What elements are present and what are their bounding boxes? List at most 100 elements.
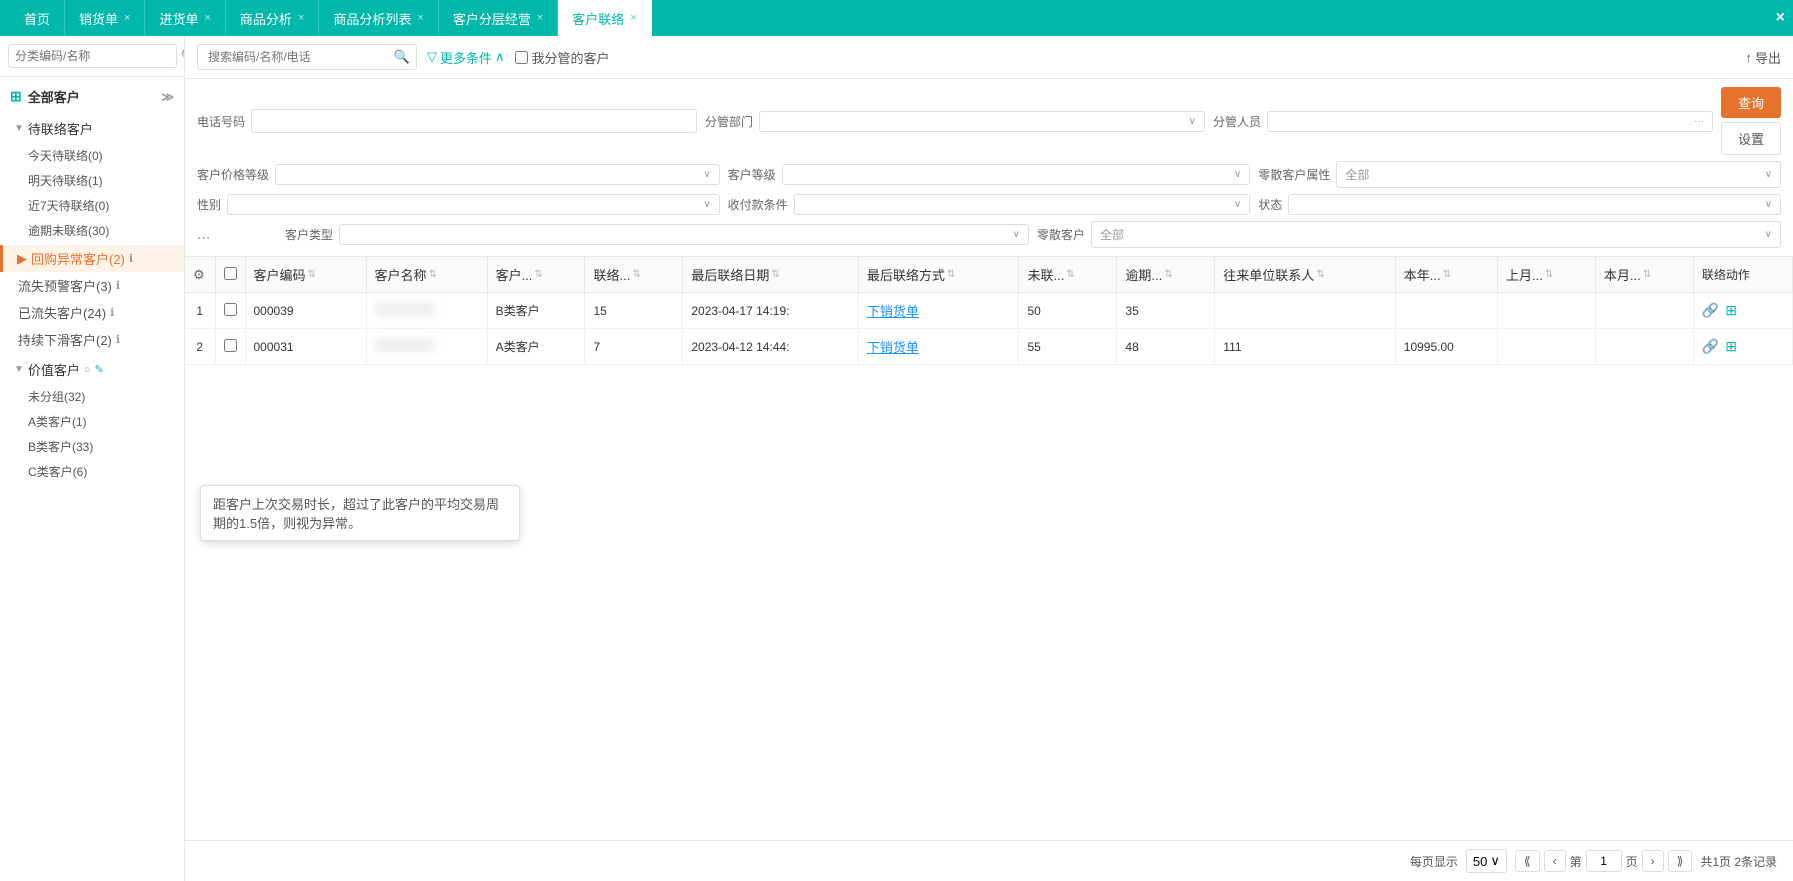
select-all-checkbox[interactable] <box>224 267 237 280</box>
sidebar-item-class-c[interactable]: C类客户(6) <box>0 459 184 484</box>
gender-select[interactable]: ∨ <box>227 194 720 215</box>
anomaly-tooltip: 距客户上次交易时长，超过了此客户的平均交易周期的1.5倍，则视为异常。 <box>200 485 520 541</box>
tab-customer-tier[interactable]: 客户分层经营 × <box>439 0 558 36</box>
row2-code: 000031 <box>245 329 366 365</box>
close-all-tabs[interactable]: × <box>1776 9 1785 27</box>
retail-customer-select[interactable]: 全部 ∨ <box>1091 221 1781 248</box>
close-tab-sales[interactable]: × <box>124 12 130 24</box>
row1-last-method: 下销货单 <box>858 293 1019 329</box>
page-input[interactable] <box>1586 850 1622 872</box>
th-contact-count: 联络...⇅ <box>585 257 683 293</box>
sidebar-search-input[interactable] <box>8 44 177 68</box>
phone-input[interactable] <box>251 109 697 133</box>
close-tab-product-analysis[interactable]: × <box>298 12 304 24</box>
sort-year-icon: ⇅ <box>1443 269 1451 280</box>
info-icon-churn-warning[interactable]: ℹ <box>116 279 120 292</box>
tab-customer-contact[interactable]: 客户联络 × <box>558 0 651 36</box>
tab-purchase[interactable]: 进货单 × <box>145 0 225 36</box>
sidebar-item-7days[interactable]: 近7天待联络(0) <box>0 193 184 218</box>
th-customer-type-col: 客户...⇅ <box>487 257 585 293</box>
row1-link-action-icon[interactable]: 🔗 <box>1702 302 1719 319</box>
info-icon-repurchase[interactable]: ℹ <box>129 252 133 265</box>
row1-select[interactable] <box>224 303 237 316</box>
prev-page-btn[interactable]: ‹ <box>1544 850 1566 872</box>
filter-cell-phone: 电话号码 <box>197 109 697 133</box>
per-page-select[interactable]: 50 ∨ <box>1466 849 1507 873</box>
th-this-year: 本年...⇅ <box>1395 257 1497 293</box>
filter-cell-retail-customer: 零散客户 全部 ∨ <box>1037 221 1781 248</box>
phone-label: 电话号码 <box>197 113 245 130</box>
retail-attr-label: 零散客户属性 <box>1258 166 1330 183</box>
sidebar-item-tomorrow[interactable]: 明天待联络(1) <box>0 168 184 193</box>
main-search-icon[interactable]: 🔍 <box>394 49 410 65</box>
close-tab-customer-tier[interactable]: × <box>537 12 543 24</box>
info-icon-churned[interactable]: ℹ <box>110 306 114 319</box>
dept-chevron-icon: ∨ <box>1189 116 1196 127</box>
close-tab-product-list[interactable]: × <box>417 12 423 24</box>
th-last-month: 上月...⇅ <box>1498 257 1596 293</box>
retail-attr-select[interactable]: 全部 ∨ <box>1336 161 1781 188</box>
dots-icon[interactable]: ... <box>197 226 210 244</box>
value-group-info[interactable]: ○ <box>84 364 91 376</box>
per-page-label: 每页显示 <box>1410 853 1458 870</box>
sidebar-item-unclassified[interactable]: 未分组(32) <box>0 384 184 409</box>
query-button[interactable]: 查询 <box>1721 87 1781 118</box>
settings-button[interactable]: 设置 <box>1721 122 1781 155</box>
row1-this-year <box>1395 293 1497 329</box>
sort-date-icon: ⇅ <box>771 269 779 280</box>
first-page-btn[interactable]: ⟪ <box>1515 850 1540 872</box>
tab-product-list[interactable]: 商品分析列表 × <box>319 0 438 36</box>
sidebar-all-customers[interactable]: ⊞ 全部客户 ≫ <box>0 81 184 112</box>
sidebar-collapse-btn[interactable]: ≫ <box>161 90 174 104</box>
last-page-btn[interactable]: ⟫ <box>1668 850 1693 872</box>
sidebar-value-group: ▼ 价值客户 ○ ✎ 未分组(32) A类客户(1) B类客户(33) C类客户… <box>0 353 184 486</box>
edit-icon[interactable]: ✎ <box>95 363 104 376</box>
person-select[interactable]: ··· <box>1267 111 1713 132</box>
row2-grid-action-icon[interactable]: ⊞ <box>1725 338 1737 355</box>
row2-link-action-icon[interactable]: 🔗 <box>1702 338 1719 355</box>
tab-home[interactable]: 首页 <box>10 0 65 36</box>
row1-grid-action-icon[interactable]: ⊞ <box>1725 302 1737 319</box>
next-page-btn[interactable]: › <box>1642 850 1664 872</box>
page-nav: ⟪ ‹ 第 页 › ⟫ <box>1515 850 1692 872</box>
dept-label: 分管部门 <box>705 113 753 130</box>
sidebar-item-today[interactable]: 今天待联络(0) <box>0 143 184 168</box>
active-indicator: ▶ <box>17 251 27 267</box>
main-search-input[interactable] <box>204 45 394 69</box>
close-tab-purchase[interactable]: × <box>204 12 210 24</box>
filter-cell-gender: 性别 ∨ <box>197 194 720 215</box>
sidebar-item-churn-warning[interactable]: 流失预警客户(3) ℹ <box>0 272 184 299</box>
row1-last-date: 2023-04-17 14:19: <box>683 293 858 329</box>
filter-icon: ▽ <box>427 49 437 65</box>
sidebar-item-repurchase-anomaly[interactable]: ▶ 回购异常客户(2) ℹ <box>0 245 184 272</box>
filter-cell-payment: 收付款条件 ∨ <box>728 194 1251 215</box>
status-select[interactable]: ∨ <box>1288 194 1781 215</box>
sidebar-item-overdue[interactable]: 逾期未联络(30) <box>0 218 184 243</box>
export-btn[interactable]: ↑ 导出 <box>1745 48 1781 67</box>
row2-select[interactable] <box>224 339 237 352</box>
sidebar-item-churned[interactable]: 已流失客户(24) ℹ <box>0 299 184 326</box>
row2-method-link[interactable]: 下销货单 <box>867 340 919 355</box>
th-action: 联络动作 <box>1693 257 1792 293</box>
my-customer-filter[interactable]: 我分管的客户 <box>515 48 610 67</box>
row1-method-link[interactable]: 下销货单 <box>867 304 919 319</box>
more-conditions-btn[interactable]: ▽ 更多条件 ∧ <box>427 48 505 67</box>
sidebar-item-class-b[interactable]: B类客户(33) <box>0 434 184 459</box>
tab-sales[interactable]: 销货单 × <box>65 0 145 36</box>
info-icon-declining[interactable]: ℹ <box>116 333 120 346</box>
sidebar-item-declining[interactable]: 持续下滑客户(2) ℹ <box>0 326 184 353</box>
tab-product-analysis[interactable]: 商品分析 × <box>226 0 319 36</box>
my-customer-checkbox[interactable] <box>515 51 528 64</box>
price-level-select[interactable]: ∨ <box>275 164 720 185</box>
payment-select[interactable]: ∨ <box>794 194 1251 215</box>
customer-type-select[interactable]: ∨ <box>339 224 1029 245</box>
sidebar-value-group-label[interactable]: ▼ 价值客户 ○ ✎ <box>0 355 184 384</box>
sidebar-group-pending-label[interactable]: ▼ 待联络客户 <box>0 114 184 143</box>
close-tab-customer-contact[interactable]: × <box>630 12 636 24</box>
dept-select[interactable]: ∨ <box>759 111 1205 132</box>
th-last-contact-method: 最后联络方式⇅ <box>858 257 1019 293</box>
sidebar-item-class-a[interactable]: A类客户(1) <box>0 409 184 434</box>
column-settings-icon[interactable]: ⚙ <box>193 267 205 282</box>
customer-level-select[interactable]: ∨ <box>782 164 1251 185</box>
filter-cell-price-level: 客户价格等级 ∨ <box>197 164 720 185</box>
